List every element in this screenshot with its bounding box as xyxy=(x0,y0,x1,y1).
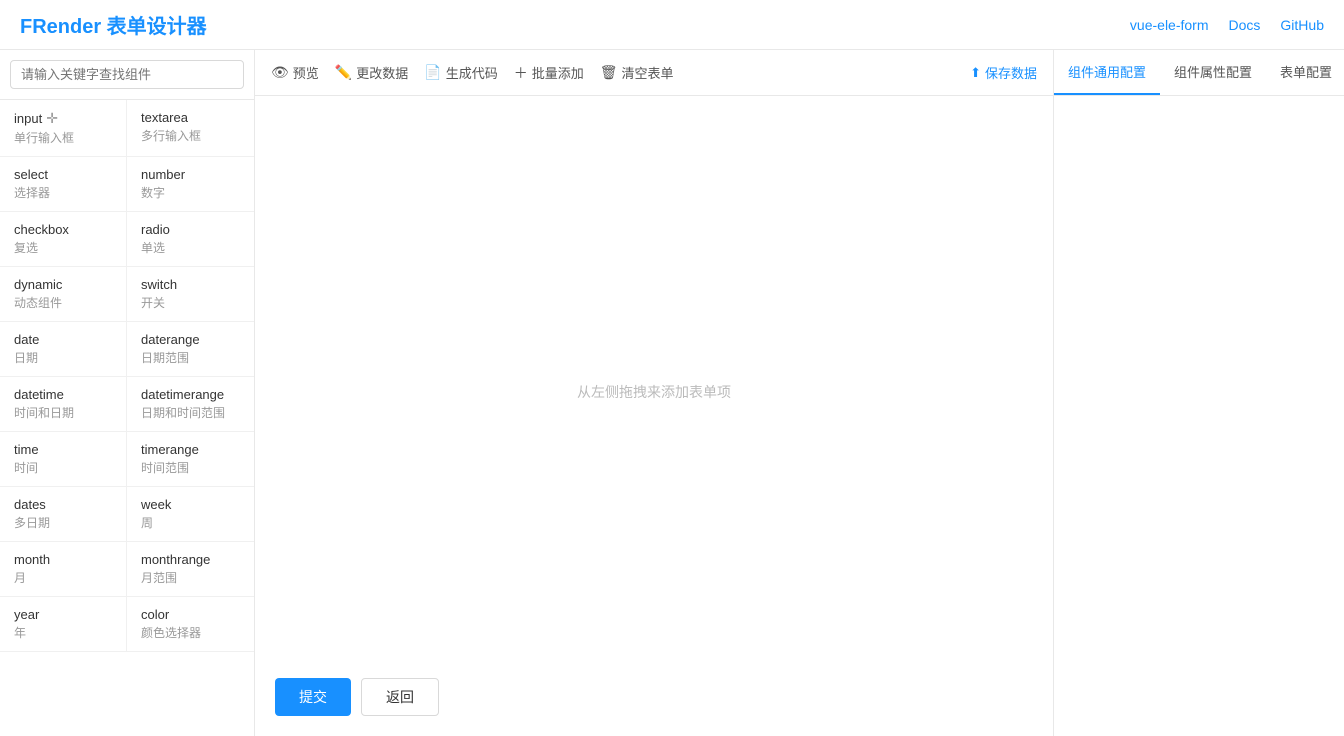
component-item-dynamic[interactable]: dynamic 动态组件 xyxy=(0,267,127,322)
component-item-datetime[interactable]: datetime 时间和日期 xyxy=(0,377,127,432)
component-label: 时间 xyxy=(14,459,112,476)
component-item-daterange[interactable]: daterange 日期范围 xyxy=(127,322,254,377)
component-name: daterange xyxy=(141,332,240,347)
component-label: 月范围 xyxy=(141,569,240,586)
component-name: date xyxy=(14,332,112,347)
component-label: 选择器 xyxy=(14,184,112,201)
github-link[interactable]: GitHub xyxy=(1280,17,1324,33)
canvas-area: 👁 预览 ✏️ 更改数据 📄 生成代码 ＋ 批量添加 🗑 清空表单 ⬆ xyxy=(255,50,1054,736)
main-layout: input ✛ 单行输入框 textarea 多行输入框 select 选择器 … xyxy=(0,50,1344,736)
batch-add-btn[interactable]: ＋ 批量添加 xyxy=(514,63,584,83)
component-name: textarea xyxy=(141,110,240,125)
component-name: datetime xyxy=(14,387,112,402)
component-item-dates[interactable]: dates 多日期 xyxy=(0,487,127,542)
edit-data-btn[interactable]: ✏️ 更改数据 xyxy=(335,63,408,82)
component-name: datetimerange xyxy=(141,387,240,402)
component-name: number xyxy=(141,167,240,182)
save-data-btn[interactable]: ⬆ 保存数据 xyxy=(970,63,1037,82)
component-name: select xyxy=(14,167,112,182)
clear-form-btn[interactable]: 🗑 清空表单 xyxy=(600,63,674,82)
config-panel: 组件通用配置组件属性配置表单配置 xyxy=(1054,50,1344,736)
component-item-datetimerange[interactable]: datetimerange 日期和时间范围 xyxy=(127,377,254,432)
component-name: input ✛ xyxy=(14,110,112,127)
config-tab-1[interactable]: 组件属性配置 xyxy=(1160,50,1266,95)
config-tab-0[interactable]: 组件通用配置 xyxy=(1054,50,1160,95)
component-name: week xyxy=(141,497,240,512)
config-content xyxy=(1054,96,1344,736)
component-item-month[interactable]: month 月 xyxy=(0,542,127,597)
cancel-button[interactable]: 返回 xyxy=(361,678,439,716)
component-item-select[interactable]: select 选择器 xyxy=(0,157,127,212)
component-label: 数字 xyxy=(141,184,240,201)
code-icon: 📄 xyxy=(424,64,441,81)
canvas-actions: 提交 返回 xyxy=(275,668,439,716)
component-item-radio[interactable]: radio 单选 xyxy=(127,212,254,267)
component-label: 单行输入框 xyxy=(14,129,112,146)
component-label: 颜色选择器 xyxy=(141,624,240,641)
component-name: checkbox xyxy=(14,222,112,237)
component-label: 日期 xyxy=(14,349,112,366)
component-label: 多行输入框 xyxy=(141,127,240,144)
component-item-switch[interactable]: switch 开关 xyxy=(127,267,254,322)
component-label: 时间和日期 xyxy=(14,404,112,421)
component-item-checkbox[interactable]: checkbox 复选 xyxy=(0,212,127,267)
component-label: 月 xyxy=(14,569,112,586)
component-item-week[interactable]: week 周 xyxy=(127,487,254,542)
drop-hint: 从左侧拖拽来添加表单项 xyxy=(275,116,1033,668)
component-item-year[interactable]: year 年 xyxy=(0,597,127,652)
trash-icon: 🗑 xyxy=(600,64,618,81)
toolbar: 👁 预览 ✏️ 更改数据 📄 生成代码 ＋ 批量添加 🗑 清空表单 ⬆ xyxy=(255,50,1053,96)
component-name: radio xyxy=(141,222,240,237)
component-label: 时间范围 xyxy=(141,459,240,476)
component-label: 复选 xyxy=(14,239,112,256)
edit-icon: ✏️ xyxy=(335,64,352,81)
component-name: dates xyxy=(14,497,112,512)
component-name: year xyxy=(14,607,112,622)
config-tabs: 组件通用配置组件属性配置表单配置 xyxy=(1054,50,1344,96)
component-name: switch xyxy=(141,277,240,292)
component-item-color[interactable]: color 颜色选择器 xyxy=(127,597,254,652)
search-input[interactable] xyxy=(10,60,244,89)
component-item-time[interactable]: time 时间 xyxy=(0,432,127,487)
component-item-textarea[interactable]: textarea 多行输入框 xyxy=(127,100,254,157)
submit-button[interactable]: 提交 xyxy=(275,678,351,716)
component-item-input[interactable]: input ✛ 单行输入框 xyxy=(0,100,127,157)
component-label: 单选 xyxy=(141,239,240,256)
generate-code-btn[interactable]: 📄 生成代码 xyxy=(424,63,497,82)
header-links: vue-ele-form Docs GitHub xyxy=(1130,17,1324,33)
save-icon: ⬆ xyxy=(970,65,981,81)
component-label: 多日期 xyxy=(14,514,112,531)
component-label: 开关 xyxy=(141,294,240,311)
preview-btn[interactable]: 👁 预览 xyxy=(271,63,319,82)
docs-link[interactable]: Docs xyxy=(1229,17,1261,33)
component-label: 年 xyxy=(14,624,112,641)
component-label: 动态组件 xyxy=(14,294,112,311)
component-name: time xyxy=(14,442,112,457)
component-label: 日期范围 xyxy=(141,349,240,366)
header: FRender 表单设计器 vue-ele-form Docs GitHub xyxy=(0,0,1344,50)
component-name: color xyxy=(141,607,240,622)
config-tab-2[interactable]: 表单配置 xyxy=(1266,50,1344,95)
component-label: 日期和时间范围 xyxy=(141,404,240,421)
component-item-monthrange[interactable]: monthrange 月范围 xyxy=(127,542,254,597)
plus-icon: ＋ xyxy=(514,63,528,83)
preview-icon: 👁 xyxy=(271,64,289,81)
component-name: month xyxy=(14,552,112,567)
drag-icon: ✛ xyxy=(46,110,58,127)
component-name: timerange xyxy=(141,442,240,457)
component-item-date[interactable]: date 日期 xyxy=(0,322,127,377)
app-title: FRender 表单设计器 xyxy=(20,10,207,39)
component-grid: input ✛ 单行输入框 textarea 多行输入框 select 选择器 … xyxy=(0,100,254,652)
component-name: monthrange xyxy=(141,552,240,567)
canvas-content: 从左侧拖拽来添加表单项 提交 返回 xyxy=(255,96,1053,736)
component-item-number[interactable]: number 数字 xyxy=(127,157,254,212)
component-label: 周 xyxy=(141,514,240,531)
component-sidebar: input ✛ 单行输入框 textarea 多行输入框 select 选择器 … xyxy=(0,50,255,736)
component-name: dynamic xyxy=(14,277,112,292)
search-box xyxy=(0,50,254,100)
vue-ele-form-link[interactable]: vue-ele-form xyxy=(1130,17,1209,33)
component-item-timerange[interactable]: timerange 时间范围 xyxy=(127,432,254,487)
